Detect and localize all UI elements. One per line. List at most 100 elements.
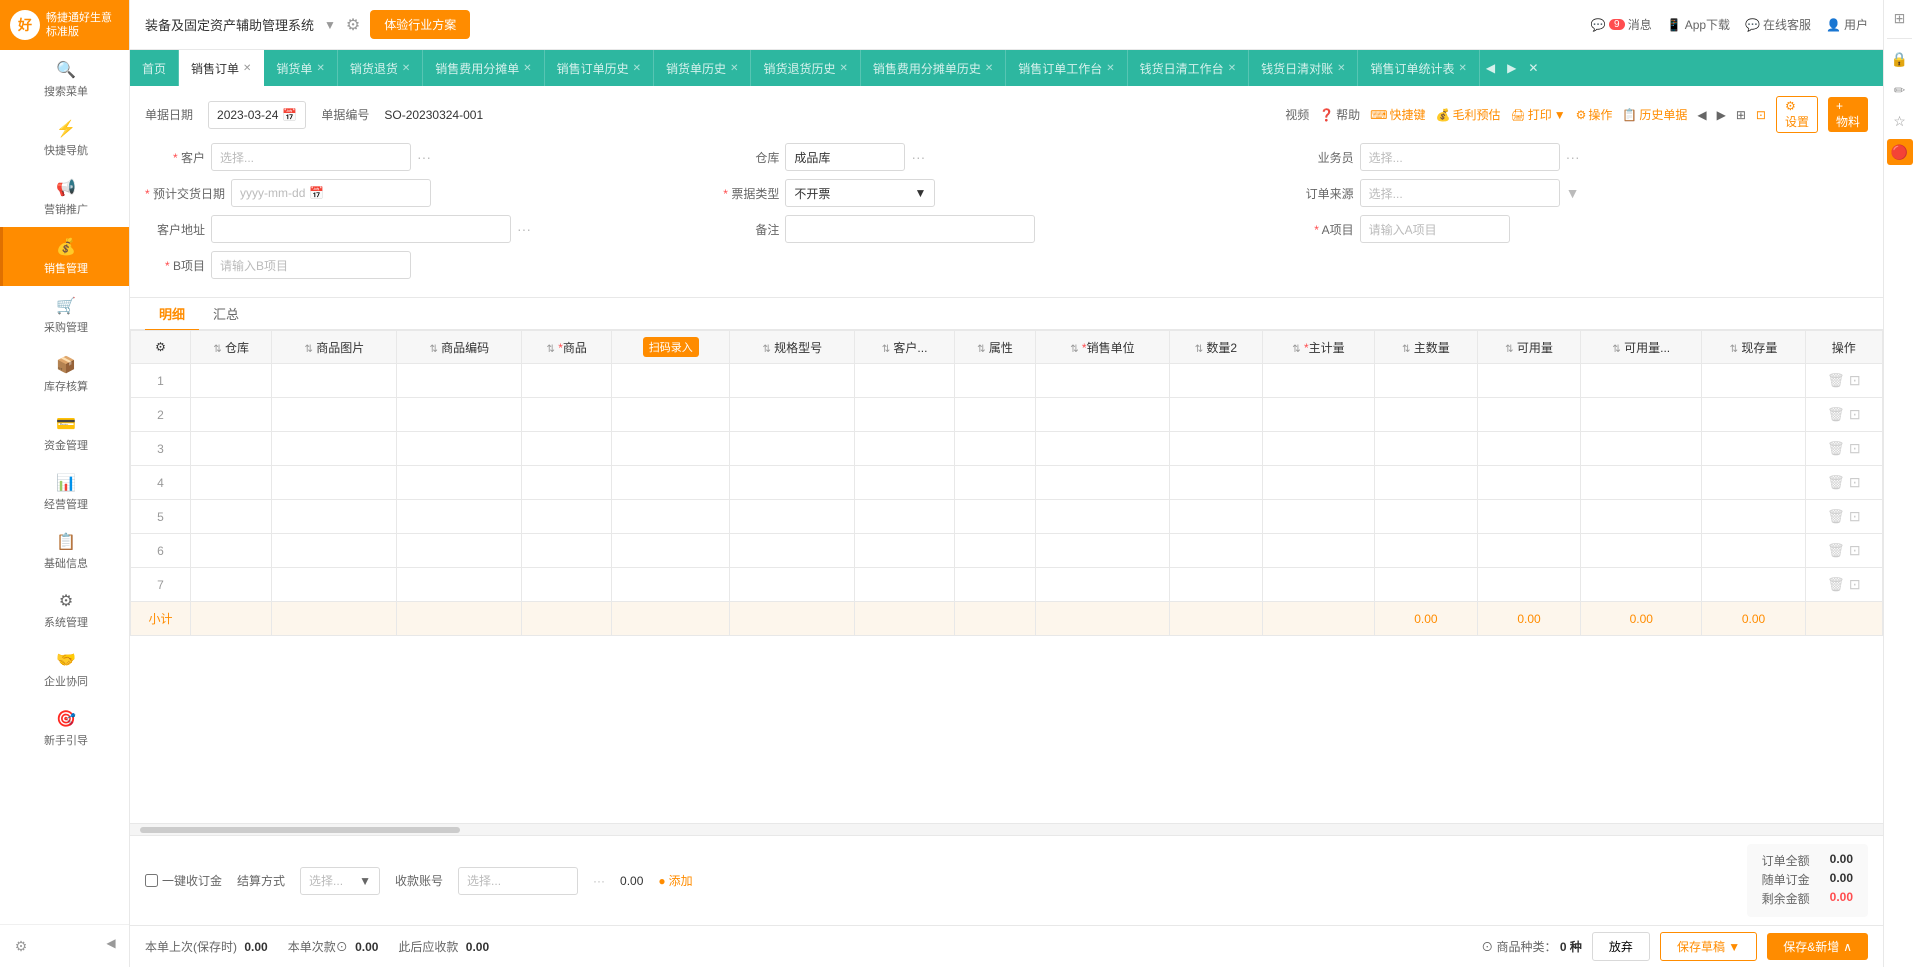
td-goods_code[interactable] bbox=[397, 534, 522, 568]
settlement-select[interactable]: 选择... ▼ bbox=[300, 867, 380, 895]
tab-close-icon[interactable]: ✕ bbox=[523, 63, 531, 74]
td-main_unit[interactable] bbox=[1263, 466, 1375, 500]
copy-icon[interactable]: ⊡ bbox=[1849, 474, 1861, 491]
toolbar-prev[interactable]: ◀ bbox=[1697, 108, 1706, 122]
tab-12[interactable]: 销售订单统计表✕ bbox=[1358, 50, 1479, 86]
td-goods_img[interactable] bbox=[272, 568, 397, 602]
scrollbar-thumb[interactable] bbox=[140, 827, 460, 833]
tab-0[interactable]: 首页 bbox=[130, 50, 179, 86]
invoice-type-select[interactable]: 不开票 ▼ bbox=[785, 179, 935, 207]
tab-close-all[interactable]: ✕ bbox=[1522, 61, 1544, 75]
delete-icon[interactable]: 🗑 bbox=[1827, 474, 1845, 491]
td-available[interactable] bbox=[1477, 466, 1580, 500]
sidebar-item-采购管理[interactable]: 🛒采购管理 bbox=[0, 286, 129, 345]
td-goods_name[interactable] bbox=[522, 364, 612, 398]
save-new-arrow[interactable]: ∧ bbox=[1843, 940, 1852, 954]
td-goods_img[interactable] bbox=[272, 534, 397, 568]
delete-icon[interactable]: 🗑 bbox=[1827, 542, 1845, 559]
td-spec[interactable] bbox=[730, 466, 855, 500]
td-qty2[interactable] bbox=[1169, 568, 1262, 602]
td-settings[interactable]: 6 bbox=[131, 534, 191, 568]
td-goods_code[interactable] bbox=[397, 432, 522, 466]
tab-10[interactable]: 钱货日清工作台✕ bbox=[1128, 50, 1249, 86]
td-current_stock[interactable] bbox=[1702, 568, 1805, 602]
td-goods_code[interactable] bbox=[397, 466, 522, 500]
copy-icon[interactable]: ⊡ bbox=[1849, 576, 1861, 593]
td-goods_name[interactable] bbox=[522, 500, 612, 534]
td-actions[interactable]: 🗑⊡ bbox=[1805, 534, 1882, 568]
tab-7[interactable]: 销货退货历史✕ bbox=[751, 50, 860, 86]
td-goods_code[interactable] bbox=[397, 500, 522, 534]
customer-input[interactable]: 选择... bbox=[211, 143, 411, 171]
add-goods-btn[interactable]: + 物料 bbox=[1828, 97, 1868, 132]
td-customer_code[interactable] bbox=[855, 568, 955, 602]
rs-lock-icon[interactable]: 🔒 bbox=[1887, 46, 1913, 72]
td-available[interactable] bbox=[1477, 568, 1580, 602]
td-spec[interactable] bbox=[730, 364, 855, 398]
print-label[interactable]: 🖨 打印 ▼ bbox=[1510, 106, 1565, 123]
copy-icon[interactable]: ⊡ bbox=[1849, 542, 1861, 559]
td-scan[interactable] bbox=[612, 534, 730, 568]
warehouse-input[interactable]: 成品库 bbox=[785, 143, 905, 171]
delete-icon[interactable]: 🗑 bbox=[1827, 440, 1845, 457]
rs-star-icon[interactable]: ☆ bbox=[1887, 108, 1913, 134]
tab-close-icon[interactable]: ✕ bbox=[633, 63, 641, 74]
tab-next[interactable]: ▶ bbox=[1501, 61, 1522, 75]
td-scan[interactable] bbox=[612, 364, 730, 398]
td-current_stock[interactable] bbox=[1702, 432, 1805, 466]
td-available2[interactable] bbox=[1581, 364, 1702, 398]
td-customer_code[interactable] bbox=[855, 364, 955, 398]
td-goods_name[interactable] bbox=[522, 432, 612, 466]
tab-close-icon[interactable]: ✕ bbox=[1337, 63, 1345, 74]
table-tab-0[interactable]: 明细 bbox=[145, 298, 199, 331]
td-qty2[interactable] bbox=[1169, 466, 1262, 500]
tab-close-icon[interactable]: ✕ bbox=[1228, 63, 1236, 74]
td-available2[interactable] bbox=[1581, 534, 1702, 568]
operation-label[interactable]: ⚙ 操作 bbox=[1576, 106, 1613, 123]
td-qty2[interactable] bbox=[1169, 432, 1262, 466]
td-unit[interactable] bbox=[1036, 432, 1170, 466]
copy-icon[interactable]: ⊡ bbox=[1849, 406, 1861, 423]
a-project-input[interactable]: 请输入A项目 bbox=[1360, 215, 1510, 243]
tab-close-icon[interactable]: ✕ bbox=[985, 63, 993, 74]
td-warehouse[interactable] bbox=[191, 364, 272, 398]
sidebar-item-搜索菜单[interactable]: 🔍搜索菜单 bbox=[0, 50, 129, 109]
settings-btn[interactable]: ⚙ 设置 bbox=[1776, 96, 1818, 133]
td-attribute[interactable] bbox=[954, 398, 1035, 432]
td-available[interactable] bbox=[1477, 364, 1580, 398]
message-icon[interactable]: 💬 9 消息 bbox=[1591, 16, 1652, 33]
td-attribute[interactable] bbox=[954, 568, 1035, 602]
td-unit[interactable] bbox=[1036, 568, 1170, 602]
view-label[interactable]: 视频 bbox=[1285, 106, 1309, 123]
td-goods_img[interactable] bbox=[272, 500, 397, 534]
receipt-more-icon[interactable]: ··· bbox=[593, 874, 605, 888]
scan-btn[interactable]: 扫码录入 bbox=[643, 337, 699, 357]
td-current_stock[interactable] bbox=[1702, 534, 1805, 568]
td-main_qty[interactable] bbox=[1374, 432, 1477, 466]
td-available2[interactable] bbox=[1581, 398, 1702, 432]
add-btn[interactable]: ● 添加 bbox=[658, 872, 692, 889]
td-attribute[interactable] bbox=[954, 466, 1035, 500]
tab-prev[interactable]: ◀ bbox=[1480, 61, 1501, 75]
sidebar-item-销售管理[interactable]: 💰销售管理 bbox=[0, 227, 129, 286]
settings-icon[interactable]: ⚙ bbox=[8, 933, 34, 959]
td-available2[interactable] bbox=[1581, 568, 1702, 602]
td-main_qty[interactable] bbox=[1374, 466, 1477, 500]
td-spec[interactable] bbox=[730, 398, 855, 432]
industry-btn[interactable]: 体验行业方案 bbox=[370, 10, 470, 39]
table-tab-1[interactable]: 汇总 bbox=[199, 298, 253, 329]
td-actions[interactable]: 🗑⊡ bbox=[1805, 568, 1882, 602]
td-current_stock[interactable] bbox=[1702, 500, 1805, 534]
td-actions[interactable]: 🗑⊡ bbox=[1805, 466, 1882, 500]
table-wrap[interactable]: ⚙⇅ 仓库⇅ 商品图片⇅ 商品编码⇅ *商品扫码录入⇅ 规格型号⇅ 客户...⇅… bbox=[130, 330, 1883, 823]
sidebar-item-基础信息[interactable]: 📋基础信息 bbox=[0, 522, 129, 581]
td-spec[interactable] bbox=[730, 500, 855, 534]
tab-close-icon[interactable]: ✕ bbox=[316, 63, 324, 74]
td-available[interactable] bbox=[1477, 534, 1580, 568]
address-more-icon[interactable]: ··· bbox=[517, 221, 531, 237]
td-available2[interactable] bbox=[1581, 432, 1702, 466]
one-click-checkbox[interactable]: 一键收订金 bbox=[145, 872, 222, 889]
tab-close-icon[interactable]: ✕ bbox=[730, 63, 738, 74]
b-project-input[interactable]: 请输入B项目 bbox=[211, 251, 411, 279]
save-draft-arrow[interactable]: ▼ bbox=[1728, 940, 1740, 954]
